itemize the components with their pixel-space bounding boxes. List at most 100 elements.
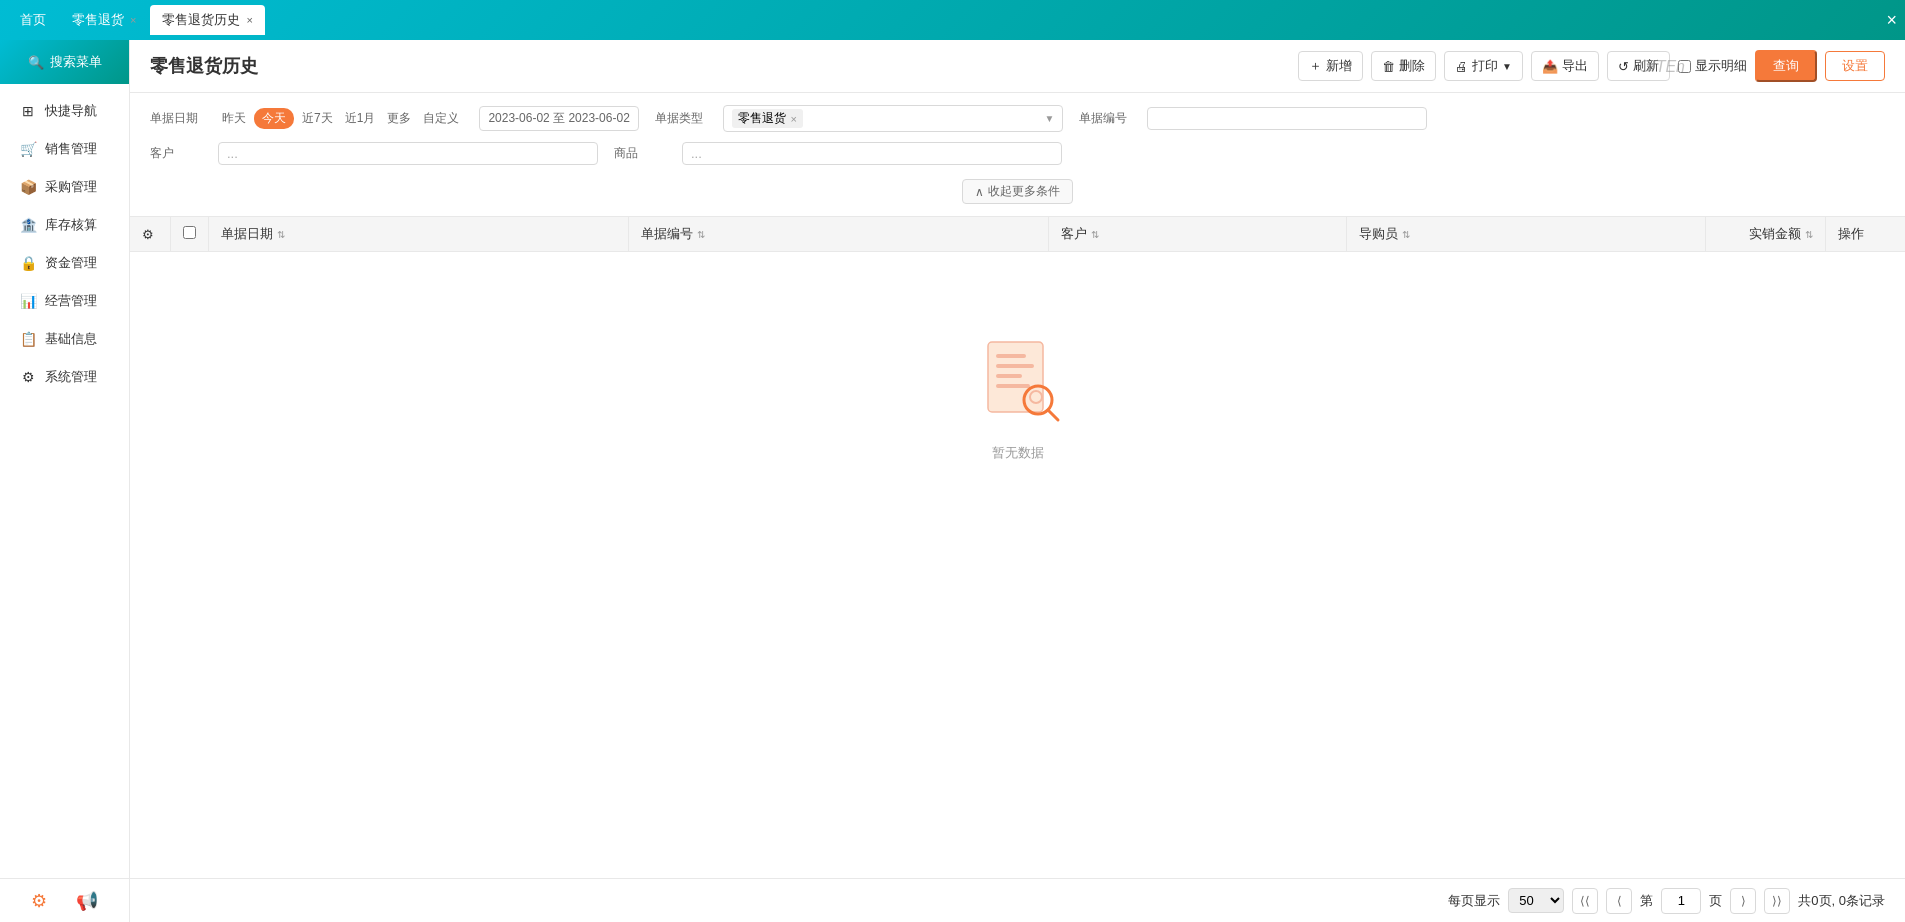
collapse-row: ∧ 收起更多条件	[150, 175, 1885, 204]
settings-footer-icon[interactable]: ⚙	[31, 890, 47, 912]
customer-filter-label: 客户	[150, 145, 202, 162]
sidebar-item-inventory[interactable]: 🏦 库存核算	[0, 206, 129, 244]
print-button[interactable]: 🖨 打印 ▼	[1444, 51, 1523, 81]
operations-icon: 📊	[19, 292, 37, 310]
empty-illustration	[968, 332, 1068, 432]
first-page-button[interactable]: ⟨⟨	[1572, 888, 1598, 914]
tab-retail-return-history-label: 零售退货历史	[162, 11, 240, 29]
empty-row: 暂无数据	[130, 252, 1905, 543]
table-wrap: ⚙ 单据日期 ⇅ 单据编号 ⇅	[130, 217, 1905, 878]
finance-icon: 🔒	[19, 254, 37, 272]
basic-info-icon: 📋	[19, 330, 37, 348]
sidebar: 🔍 搜索菜单 ⊞ 快捷导航 🛒 销售管理 📦 采购管理 🏦 库存核算 🔒	[0, 40, 130, 922]
page-summary: 共0页, 0条记录	[1798, 892, 1885, 910]
bill-no-input[interactable]	[1147, 107, 1427, 130]
th-amount-sort-icon[interactable]: ⇅	[1805, 229, 1813, 240]
th-amount: 实销金额 ⇅	[1705, 217, 1825, 252]
pagination-bar: 每页显示 50 100 200 ⟨⟨ ⟨ 第 页 ⟩ ⟩⟩ 共0页, 0条记录	[130, 878, 1905, 922]
prev-page-button[interactable]: ⟨	[1606, 888, 1632, 914]
th-guide-label: 导购员	[1359, 225, 1398, 243]
type-tag-close[interactable]: ×	[790, 113, 796, 125]
sidebar-footer: ⚙ 📢	[0, 878, 129, 922]
sidebar-item-basic-info[interactable]: 📋 基础信息	[0, 320, 129, 358]
select-all-checkbox[interactable]	[183, 226, 196, 239]
date-btn-yesterday[interactable]: 昨天	[218, 108, 250, 129]
tab-retail-return[interactable]: 零售退货 ×	[60, 5, 148, 35]
export-icon: 📤	[1542, 59, 1558, 74]
th-bill-no-sort-icon[interactable]: ⇅	[697, 229, 705, 240]
th-bill-date-sort-icon[interactable]: ⇅	[277, 229, 285, 240]
per-page-select[interactable]: 50 100 200	[1508, 888, 1564, 913]
type-filter-label: 单据类型	[655, 110, 707, 127]
svg-rect-1	[996, 354, 1026, 358]
filter-row-1: 单据日期 昨天 今天 近7天 近1月 更多 自定义 2023-06-02 至 2…	[150, 105, 1885, 132]
sidebar-item-sales-mgmt-label: 销售管理	[45, 140, 97, 158]
next-page-button[interactable]: ⟩	[1730, 888, 1756, 914]
sidebar-item-sales-mgmt[interactable]: 🛒 销售管理	[0, 130, 129, 168]
date-btn-1month[interactable]: 近1月	[341, 108, 380, 129]
empty-text: 暂无数据	[992, 444, 1044, 462]
page-number-input[interactable]	[1661, 888, 1701, 914]
sidebar-search-label: 搜索菜单	[50, 53, 102, 71]
sidebar-search[interactable]: 🔍 搜索菜单	[0, 40, 129, 84]
setting-button[interactable]: 设置	[1825, 51, 1885, 81]
th-bill-date-label: 单据日期	[221, 225, 273, 243]
th-bill-date: 单据日期 ⇅	[208, 217, 628, 252]
type-select-wrap[interactable]: 零售退货 × ▼	[723, 105, 1063, 132]
quick-nav-icon: ⊞	[19, 102, 37, 120]
data-table: ⚙ 单据日期 ⇅ 单据编号 ⇅	[130, 217, 1905, 542]
sidebar-item-operations[interactable]: 📊 经营管理	[0, 282, 129, 320]
date-btn-today[interactable]: 今天	[254, 108, 294, 129]
sidebar-item-purchase-mgmt[interactable]: 📦 采购管理	[0, 168, 129, 206]
collapse-button[interactable]: ∧ 收起更多条件	[962, 179, 1073, 204]
th-settings[interactable]: ⚙	[130, 217, 170, 252]
svg-line-6	[1048, 410, 1058, 420]
th-guide-sort-icon[interactable]: ⇅	[1402, 229, 1410, 240]
print-arrow-icon: ▼	[1502, 61, 1512, 72]
per-page-label: 每页显示	[1448, 892, 1500, 910]
filter-area: 单据日期 昨天 今天 近7天 近1月 更多 自定义 2023-06-02 至 2…	[130, 93, 1905, 217]
type-tag-text: 零售退货	[738, 110, 786, 127]
page-unit: 页	[1709, 892, 1722, 910]
filter-row-2: 客户 ... 商品 ...	[150, 142, 1885, 165]
sidebar-item-system-label: 系统管理	[45, 368, 97, 386]
print-label: 打印	[1472, 57, 1498, 75]
inventory-icon: 🏦	[19, 216, 37, 234]
date-range-input[interactable]: 2023-06-02 至 2023-06-02	[479, 106, 639, 131]
sidebar-item-quick-nav[interactable]: ⊞ 快捷导航	[0, 92, 129, 130]
date-btn-more[interactable]: 更多	[383, 108, 415, 129]
show-detail-checkbox-wrap[interactable]: 显示明细	[1678, 57, 1747, 75]
main-layout: 🔍 搜索菜单 ⊞ 快捷导航 🛒 销售管理 📦 采购管理 🏦 库存核算 🔒	[0, 40, 1905, 922]
sidebar-nav: ⊞ 快捷导航 🛒 销售管理 📦 采购管理 🏦 库存核算 🔒 资金管理 📊	[0, 84, 129, 878]
tab-retail-return-history[interactable]: 零售退货历史 ×	[150, 5, 264, 35]
query-button[interactable]: 查询	[1755, 50, 1817, 82]
sidebar-item-quick-nav-label: 快捷导航	[45, 102, 97, 120]
collapse-icon: ∧	[975, 185, 984, 199]
date-filters: 昨天 今天 近7天 近1月 更多 自定义	[218, 108, 463, 129]
window-close-button[interactable]: ×	[1886, 10, 1897, 31]
th-customer-sort-icon[interactable]: ⇅	[1091, 229, 1099, 240]
last-page-button[interactable]: ⟩⟩	[1764, 888, 1790, 914]
speaker-footer-icon[interactable]: 📢	[76, 890, 98, 912]
delete-icon: 🗑	[1382, 59, 1395, 74]
content-area: 零售退货历史 ＋ 新增 🗑 删除 🖨 打印 ▼ 📤 导出	[130, 40, 1905, 922]
th-actions-label: 操作	[1838, 226, 1864, 241]
goods-input[interactable]: ...	[682, 142, 1062, 165]
tab-bar: 首页 零售退货 × 零售退货历史 ×	[8, 5, 1886, 35]
sidebar-item-finance[interactable]: 🔒 资金管理	[0, 244, 129, 282]
sidebar-item-operations-label: 经营管理	[45, 292, 97, 310]
tab-home[interactable]: 首页	[8, 5, 58, 35]
bill-no-label: 单据编号	[1079, 110, 1131, 127]
page-label: 第	[1640, 892, 1653, 910]
tab-retail-return-history-close[interactable]: ×	[246, 14, 252, 26]
date-btn-7days[interactable]: 近7天	[298, 108, 337, 129]
sidebar-item-inventory-label: 库存核算	[45, 216, 97, 234]
new-button[interactable]: ＋ 新增	[1298, 51, 1363, 81]
date-btn-custom[interactable]: 自定义	[419, 108, 463, 129]
delete-button[interactable]: 🗑 删除	[1371, 51, 1436, 81]
export-button[interactable]: 📤 导出	[1531, 51, 1599, 81]
sidebar-item-system[interactable]: ⚙ 系统管理	[0, 358, 129, 396]
tab-retail-return-close[interactable]: ×	[130, 14, 136, 26]
th-checkbox[interactable]	[170, 217, 208, 252]
customer-input[interactable]: ...	[218, 142, 598, 165]
